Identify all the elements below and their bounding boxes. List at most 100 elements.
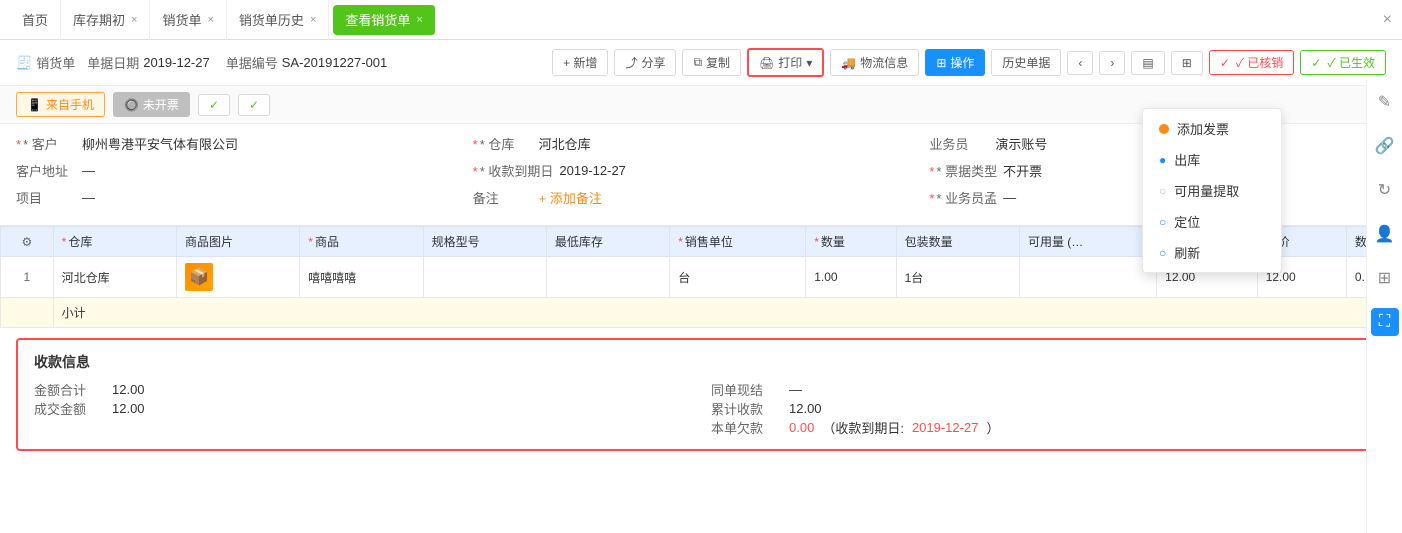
- address-label: 客户地址: [16, 161, 76, 180]
- layout1-button[interactable]: ▤: [1131, 51, 1164, 75]
- payment-date-value: 2019-12-27: [559, 163, 626, 178]
- doc-meta: 单据日期 2019-12-27 单据编号 SA-20191227-001: [87, 53, 387, 72]
- col-settings[interactable]: ⚙: [1, 227, 54, 257]
- tab-sales[interactable]: 销货单 ×: [150, 0, 226, 40]
- salesperson-value: —: [1003, 190, 1016, 205]
- not-open-button[interactable]: 🔘 未开票: [113, 92, 190, 117]
- salesperson-label: * 业务员孟: [929, 188, 997, 207]
- toolbar: + 新增 ⤴ 分享 ⧉ 复制 🖨 打印 ▾ 🚚 物流信息 ⊞: [552, 48, 1386, 77]
- doc-header: 🧾 销货单 单据日期 2019-12-27 单据编号 SA-20191227-0…: [0, 40, 1402, 86]
- locate-radio: ○: [1159, 215, 1166, 229]
- note-label: 备注: [473, 188, 533, 207]
- doc-title-area: 🧾 销货单 单据日期 2019-12-27 单据编号 SA-20191227-0…: [16, 53, 552, 72]
- doc-date-label: 单据日期: [87, 53, 139, 72]
- payment-info-title: 收款信息: [34, 352, 1368, 372]
- note-field: 备注 + 添加备注: [473, 188, 930, 207]
- next-button[interactable]: ›: [1099, 51, 1125, 75]
- prev-button[interactable]: ‹: [1067, 51, 1093, 75]
- cumulative-row: 累计收款 12.00: [711, 399, 1368, 418]
- dropdown-item-outbound[interactable]: ● 出库: [1143, 144, 1281, 175]
- locate-label: 定位: [1174, 212, 1200, 231]
- dropdown-item-locate[interactable]: ○ 定位: [1143, 206, 1281, 237]
- tab-sales-history-close[interactable]: ×: [310, 14, 316, 26]
- transaction-value: 12.00: [112, 401, 145, 416]
- truck-icon: 🚚: [841, 56, 856, 70]
- dropdown-item-available[interactable]: ○ 可用量提取: [1143, 175, 1281, 206]
- row-unit: 台: [670, 257, 806, 298]
- share-button[interactable]: ⤴ 分享: [614, 49, 676, 76]
- col-pack-qty: 包装数量: [896, 227, 1019, 257]
- history-button[interactable]: 历史单据: [991, 49, 1061, 76]
- refresh-radio: ○: [1159, 246, 1166, 260]
- ticket-icon: 🔘: [124, 98, 139, 112]
- subtotal-label: 小计: [53, 298, 1401, 328]
- col-product: 商品: [300, 227, 423, 257]
- total-row: 金额合计 12.00: [34, 380, 691, 399]
- print-dropdown-arrow: ▾: [806, 56, 812, 70]
- copy-button[interactable]: ⧉ 复制: [682, 49, 741, 76]
- layout2-button[interactable]: ⊞: [1171, 51, 1203, 75]
- effective-badge: ✓ ✓ 已生效: [1300, 50, 1386, 75]
- col-min-stock: 最低库存: [546, 227, 669, 257]
- tab-view-sales[interactable]: 查看销货单 ×: [333, 5, 435, 35]
- mobile-button[interactable]: 📱 来自手机: [16, 92, 105, 117]
- check2-button[interactable]: ✓: [238, 94, 270, 116]
- row-warehouse: 河北仓库: [53, 257, 176, 298]
- subtotal-row: 小计: [1, 298, 1402, 328]
- sidebar-expand-icon[interactable]: ⛶: [1371, 308, 1399, 336]
- sidebar-link-icon[interactable]: 🔗: [1371, 132, 1399, 160]
- same-order-label: 同单现结: [711, 380, 781, 399]
- doc-date-field: 单据日期 2019-12-27: [87, 53, 210, 72]
- dropdown-item-refresh[interactable]: ○ 刷新: [1143, 237, 1281, 268]
- warehouse-field: * 仓库 河北仓库: [473, 134, 930, 153]
- tab-sales-close[interactable]: ×: [207, 14, 213, 26]
- row-quantity: 1.00: [806, 257, 896, 298]
- new-button[interactable]: + 新增: [552, 49, 608, 76]
- print-icon: 🖨: [759, 56, 774, 70]
- staff-label: 业务员: [929, 134, 989, 153]
- print-button[interactable]: 🖨 打印 ▾: [749, 50, 822, 75]
- tab-sales-history[interactable]: 销货单历史 ×: [227, 0, 329, 40]
- ops-button[interactable]: ⊞ 操作: [925, 49, 985, 76]
- share-icon: ⤴: [625, 54, 637, 71]
- project-label: 项目: [16, 188, 76, 207]
- due-value: 0.00: [789, 420, 814, 435]
- doc-number-value: SA-20191227-001: [282, 55, 388, 70]
- tab-home[interactable]: 首页: [10, 0, 61, 40]
- main-container: 🧾 销货单 单据日期 2019-12-27 单据编号 SA-20191227-0…: [0, 40, 1402, 533]
- tab-inventory[interactable]: 库存期初 ×: [61, 0, 150, 40]
- col-quantity: 数量: [806, 227, 896, 257]
- due-row: 本单欠款 0.00 （收款到期日: 2019-12-27 ）: [711, 418, 1368, 437]
- row-available: [1019, 257, 1156, 298]
- print-btn-box: 🖨 打印 ▾: [747, 48, 824, 77]
- due-note: （收款到期日:: [822, 418, 904, 437]
- tab-view-sales-close[interactable]: ×: [416, 14, 422, 26]
- address-field: 客户地址 —: [16, 161, 473, 180]
- payment-col-right: 同单现结 — 累计收款 12.00 本单欠款 0.00 （收款到期日: 2019…: [711, 380, 1368, 437]
- dropdown-item-invoice[interactable]: 添加发票: [1143, 113, 1281, 144]
- sidebar-edit-icon[interactable]: ✎: [1371, 88, 1399, 116]
- same-order-row: 同单现结 —: [711, 380, 1368, 399]
- sidebar-refresh-icon[interactable]: ↻: [1371, 176, 1399, 204]
- doc-type: 🧾 销货单: [16, 53, 75, 72]
- doc-number-label: 单据编号: [226, 53, 278, 72]
- payment-date-field: * 收款到期日 2019-12-27: [473, 161, 930, 180]
- customer-field: * 客户 柳州粤港平安气体有限公司: [16, 134, 473, 153]
- payment-date-label: * 收款到期日: [473, 161, 554, 180]
- logistics-button[interactable]: 🚚 物流信息: [830, 49, 919, 76]
- tab-inventory-close[interactable]: ×: [131, 14, 137, 26]
- check1-button[interactable]: ✓: [198, 94, 230, 116]
- sidebar-user-icon[interactable]: 👤: [1371, 220, 1399, 248]
- window-close-button[interactable]: ×: [1383, 11, 1392, 29]
- subtotal-settings: [1, 298, 54, 328]
- row-num: 1: [1, 257, 54, 298]
- due-date: 2019-12-27: [912, 420, 979, 435]
- warehouse-label: * 仓库: [473, 134, 533, 153]
- doc-number-field: 单据编号 SA-20191227-001: [226, 53, 388, 72]
- copy-icon: ⧉: [693, 55, 702, 70]
- add-note-btn[interactable]: + 添加备注: [539, 188, 602, 207]
- row-image: 📦: [176, 257, 299, 298]
- sidebar-grid-icon[interactable]: ⊞: [1371, 264, 1399, 292]
- due-label: 本单欠款: [711, 418, 781, 437]
- doc-type-label: 销货单: [36, 53, 75, 72]
